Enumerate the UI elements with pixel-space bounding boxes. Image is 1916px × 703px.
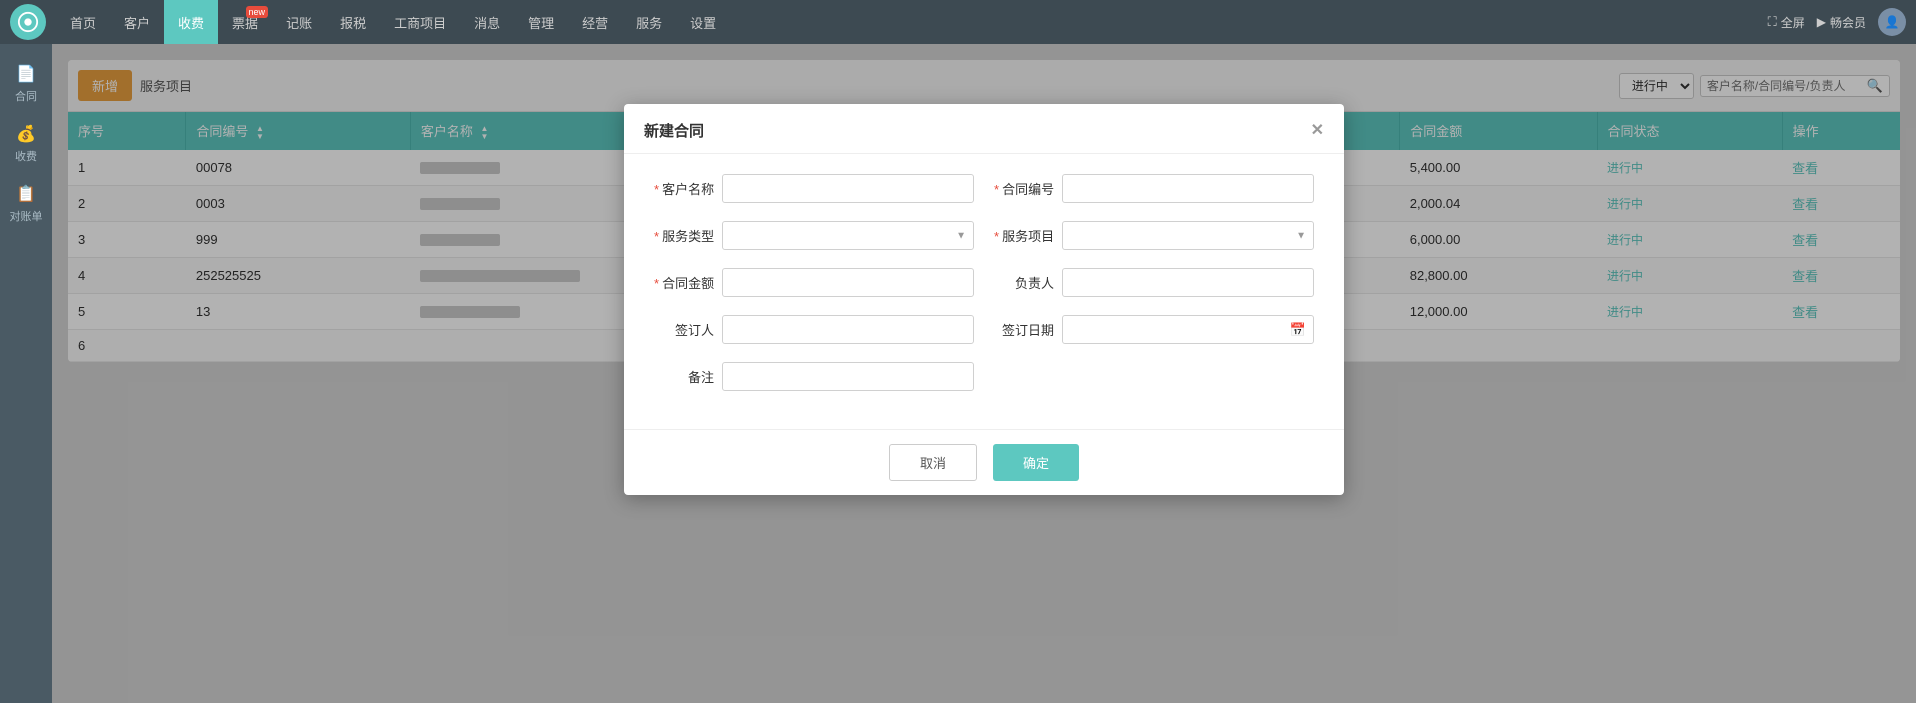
nav-right: ⛶ 全屏 ▶ 畅会员 👤 [1768,8,1906,36]
form-row-2: *服务类型 ▼ *服务项目 [654,221,1314,250]
fullscreen-icon: ⛶ [1768,14,1777,30]
confirm-button[interactable]: 确定 [993,444,1079,481]
modal-footer: 取消 确定 [624,429,1344,495]
service-item-label: *服务项目 [994,226,1054,245]
sidebar-item-statement[interactable]: 📋 对账单 [0,174,52,234]
app-logo [10,4,46,40]
member-button[interactable]: ▶ 畅会员 [1817,14,1866,31]
modal-close-button[interactable]: ✕ [1311,123,1324,139]
required-star-3: * [654,229,659,244]
sign-date-input[interactable]: 2023-06-06 [1062,315,1314,344]
nav-message[interactable]: 消息 [460,0,514,44]
form-group-remark: 备注 [654,362,974,391]
customer-input[interactable] [722,174,974,203]
customer-label: *客户名称 [654,179,714,198]
nav-service[interactable]: 服务 [622,0,676,44]
main-layout: 📄 合同 💰 收费 📋 对账单 新增 服务项目 进行中 已完成 [0,44,1916,703]
content-area: 新增 服务项目 进行中 已完成 已终止 🔍 [52,44,1916,703]
billing-icon: 💰 [16,124,36,144]
nav-tax[interactable]: 报税 [326,0,380,44]
service-type-select[interactable] [722,221,974,250]
amount-label: *合同金额 [654,273,714,292]
sidebar-item-billing[interactable]: 💰 收费 [0,114,52,174]
date-input-wrapper: 2023-06-06 📅 [1062,315,1314,344]
form-group-sign-date: 签订日期 2023-06-06 📅 [994,315,1314,344]
sidebar-item-contract[interactable]: 📄 合同 [0,54,52,114]
responsible-input[interactable] [1062,268,1314,297]
form-row-4: 签订人 签订日期 2023-06-06 📅 [654,315,1314,344]
remark-label: 备注 [654,367,714,386]
new-badge: new [246,6,269,18]
modal-overlay: 新建合同 ✕ *客户名称 *合同编号 [52,44,1916,703]
service-item-select[interactable] [1062,221,1314,250]
nav-bookkeeping[interactable]: 记账 [272,0,326,44]
nav-settings[interactable]: 设置 [676,0,730,44]
form-group-amount: *合同金额 0.00 [654,268,974,297]
form-group-service-type: *服务类型 ▼ [654,221,974,250]
cancel-button[interactable]: 取消 [889,444,977,481]
contract-no-label: *合同编号 [994,179,1054,198]
new-contract-modal: 新建合同 ✕ *客户名称 *合同编号 [624,104,1344,495]
nav-billing[interactable]: 收费 [164,0,218,44]
form-group-signer: 签订人 [654,315,974,344]
amount-input[interactable]: 0.00 [722,268,974,297]
nav-customer[interactable]: 客户 [110,0,164,44]
signer-label: 签订人 [654,320,714,339]
modal-title: 新建合同 [644,120,704,141]
service-item-wrapper: ▼ [1062,221,1314,250]
fullscreen-button[interactable]: ⛶ 全屏 [1768,14,1805,31]
nav-ticket[interactable]: 票据 new [218,0,272,44]
avatar-icon: 👤 [1885,15,1900,29]
nav-home[interactable]: 首页 [56,0,110,44]
statement-icon: 📋 [16,184,36,204]
avatar[interactable]: 👤 [1878,8,1906,36]
form-group-customer: *客户名称 [654,174,974,203]
signer-input[interactable] [722,315,974,344]
nav-business[interactable]: 工商项目 [380,0,460,44]
nav-manage[interactable]: 管理 [514,0,568,44]
nav-operation[interactable]: 经营 [568,0,622,44]
top-nav: 首页 客户 收费 票据 new 记账 报税 工商项目 消息 管理 经营 服务 设… [0,0,1916,44]
required-star-5: * [654,276,659,291]
modal-header: 新建合同 ✕ [624,104,1344,154]
sign-date-label: 签订日期 [994,320,1054,339]
form-group-responsible: 负责人 [994,268,1314,297]
form-group-contract-no: *合同编号 [994,174,1314,203]
modal-body: *客户名称 *合同编号 [624,154,1344,429]
responsible-label: 负责人 [994,273,1054,292]
contract-icon: 📄 [16,64,36,84]
required-star: * [654,182,659,197]
service-type-wrapper: ▼ [722,221,974,250]
form-row-3: *合同金额 0.00 负责人 [654,268,1314,297]
service-type-label: *服务类型 [654,226,714,245]
required-star-4: * [994,229,999,244]
remark-input[interactable] [722,362,974,391]
nav-items: 首页 客户 收费 票据 new 记账 报税 工商项目 消息 管理 经营 服务 设… [56,0,1768,44]
play-icon: ▶ [1817,15,1826,29]
form-row-5: 备注 [654,362,1314,391]
sidebar: 📄 合同 💰 收费 📋 对账单 [0,44,52,703]
form-row-1: *客户名称 *合同编号 [654,174,1314,203]
contract-no-input[interactable] [1062,174,1314,203]
required-star-2: * [994,182,999,197]
form-group-service-item: *服务项目 ▼ [994,221,1314,250]
